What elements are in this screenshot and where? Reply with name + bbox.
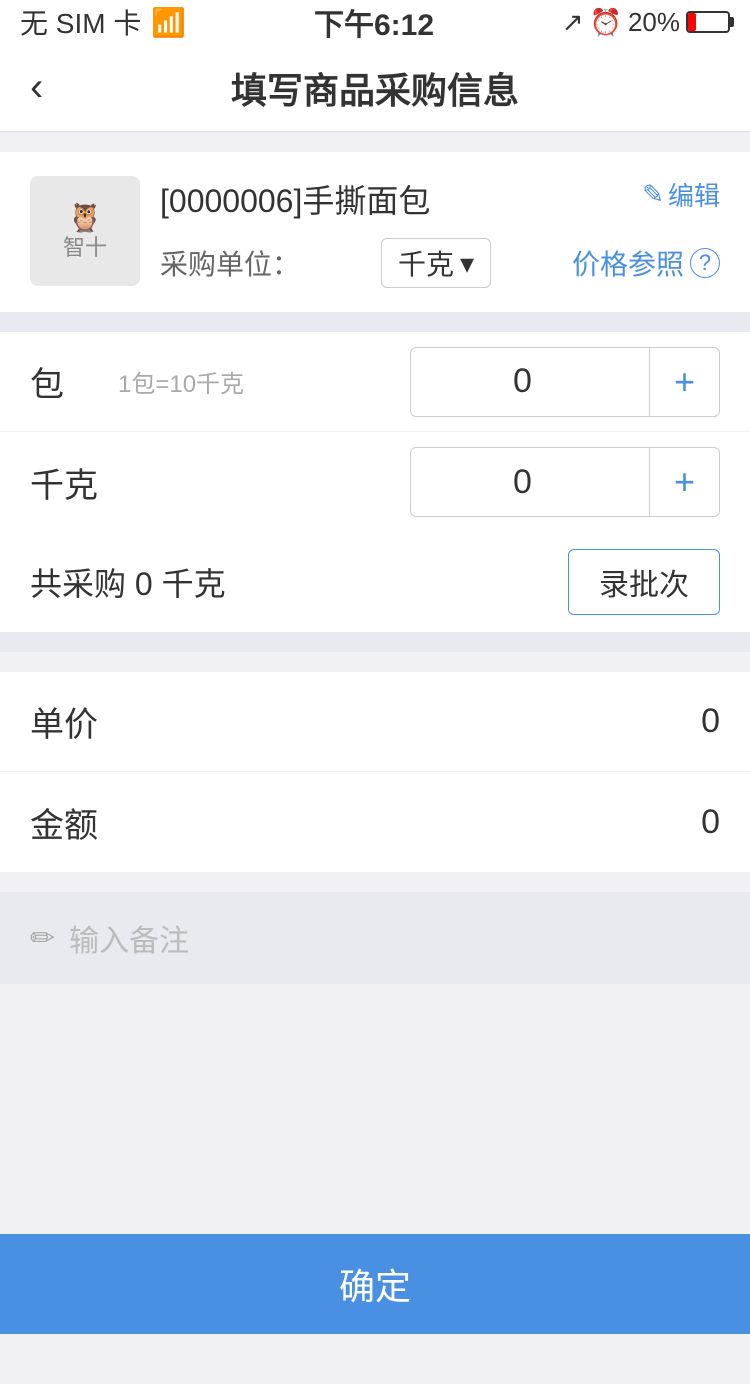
status-right: ↗ ⏰ 20% xyxy=(562,7,730,38)
bao-plus-button[interactable]: + xyxy=(650,347,720,417)
status-left: 无 SIM 卡 📶 xyxy=(20,2,186,42)
back-button[interactable]: ‹ xyxy=(30,65,43,110)
unit-price-label: 单价 xyxy=(30,697,98,746)
batch-button[interactable]: 录批次 xyxy=(568,549,720,615)
purchase-unit-row: 采购单位： 千克 ▾ 价格参照 ? xyxy=(160,238,720,288)
summary-row: 共采购 0 千克 录批次 xyxy=(0,532,750,632)
kg-input-group: + xyxy=(410,447,720,517)
amount-value: 0 xyxy=(701,803,720,842)
chevron-down-icon: ▾ xyxy=(460,247,474,280)
price-ref-button[interactable]: 价格参照 ? xyxy=(572,243,720,283)
amount-row: 金额 0 xyxy=(0,772,750,872)
bao-sublabel: 1包=10千克 xyxy=(118,364,410,399)
input-section: 包 1包=10千克 + 千克 + xyxy=(0,332,750,532)
battery-icon xyxy=(686,11,730,33)
section-divider-2 xyxy=(0,632,750,652)
product-full-name: [0000006]手撕面包 xyxy=(160,176,430,222)
page-title: 填写商品采购信息 xyxy=(231,62,519,114)
unit-label: 采购单位： xyxy=(160,243,300,283)
confirm-button-label: 确定 xyxy=(339,1258,411,1310)
edit-icon: ✎ xyxy=(642,179,664,210)
kg-input[interactable] xyxy=(410,447,650,517)
unit-price-row: 单价 0 xyxy=(0,672,750,772)
kg-plus-button[interactable]: + xyxy=(650,447,720,517)
section-divider-1 xyxy=(0,312,750,332)
status-time: 下午6:12 xyxy=(314,0,434,44)
unit-dropdown[interactable]: 千克 ▾ xyxy=(381,238,491,288)
info-icon: ? xyxy=(690,248,720,278)
kg-label: 千克 xyxy=(30,458,110,507)
product-thumbnail: 🦉 智十 xyxy=(30,176,140,286)
summary-text: 共采购 0 千克 xyxy=(30,559,226,605)
battery-percent: 20% xyxy=(628,7,680,38)
product-card: 🦉 智十 [0000006]手撕面包 ✎ 编辑 采购单位： 千克 ▾ 价格参照 xyxy=(0,152,750,312)
note-placeholder: 输入备注 xyxy=(69,916,189,960)
sim-label: 无 SIM 卡 xyxy=(20,2,141,42)
bao-label: 包 xyxy=(30,357,110,406)
edit-button[interactable]: ✎ 编辑 xyxy=(642,176,720,213)
confirm-bar[interactable]: 确定 xyxy=(0,1234,750,1334)
unit-price-value: 0 xyxy=(701,702,720,741)
bao-input[interactable] xyxy=(410,347,650,417)
status-bar: 无 SIM 卡 📶 下午6:12 ↗ ⏰ 20% xyxy=(0,0,750,44)
nav-bar: ‹ 填写商品采购信息 xyxy=(0,44,750,132)
wifi-icon: 📶 xyxy=(151,6,186,39)
price-section: 单价 0 金额 0 xyxy=(0,672,750,872)
product-info: [0000006]手撕面包 ✎ 编辑 采购单位： 千克 ▾ 价格参照 ? xyxy=(160,176,720,288)
product-thumb-label: 🦉 智十 xyxy=(63,201,107,261)
pencil-icon: ✏ xyxy=(30,921,55,956)
kg-input-row: 千克 + xyxy=(0,432,750,532)
product-name-row: [0000006]手撕面包 ✎ 编辑 xyxy=(160,176,720,222)
note-section[interactable]: ✏ 输入备注 xyxy=(0,892,750,984)
bao-input-row: 包 1包=10千克 + xyxy=(0,332,750,432)
location-icon: ↗ xyxy=(562,7,584,38)
amount-label: 金额 xyxy=(30,798,98,847)
alarm-icon: ⏰ xyxy=(590,7,622,38)
bao-input-group: + xyxy=(410,347,720,417)
